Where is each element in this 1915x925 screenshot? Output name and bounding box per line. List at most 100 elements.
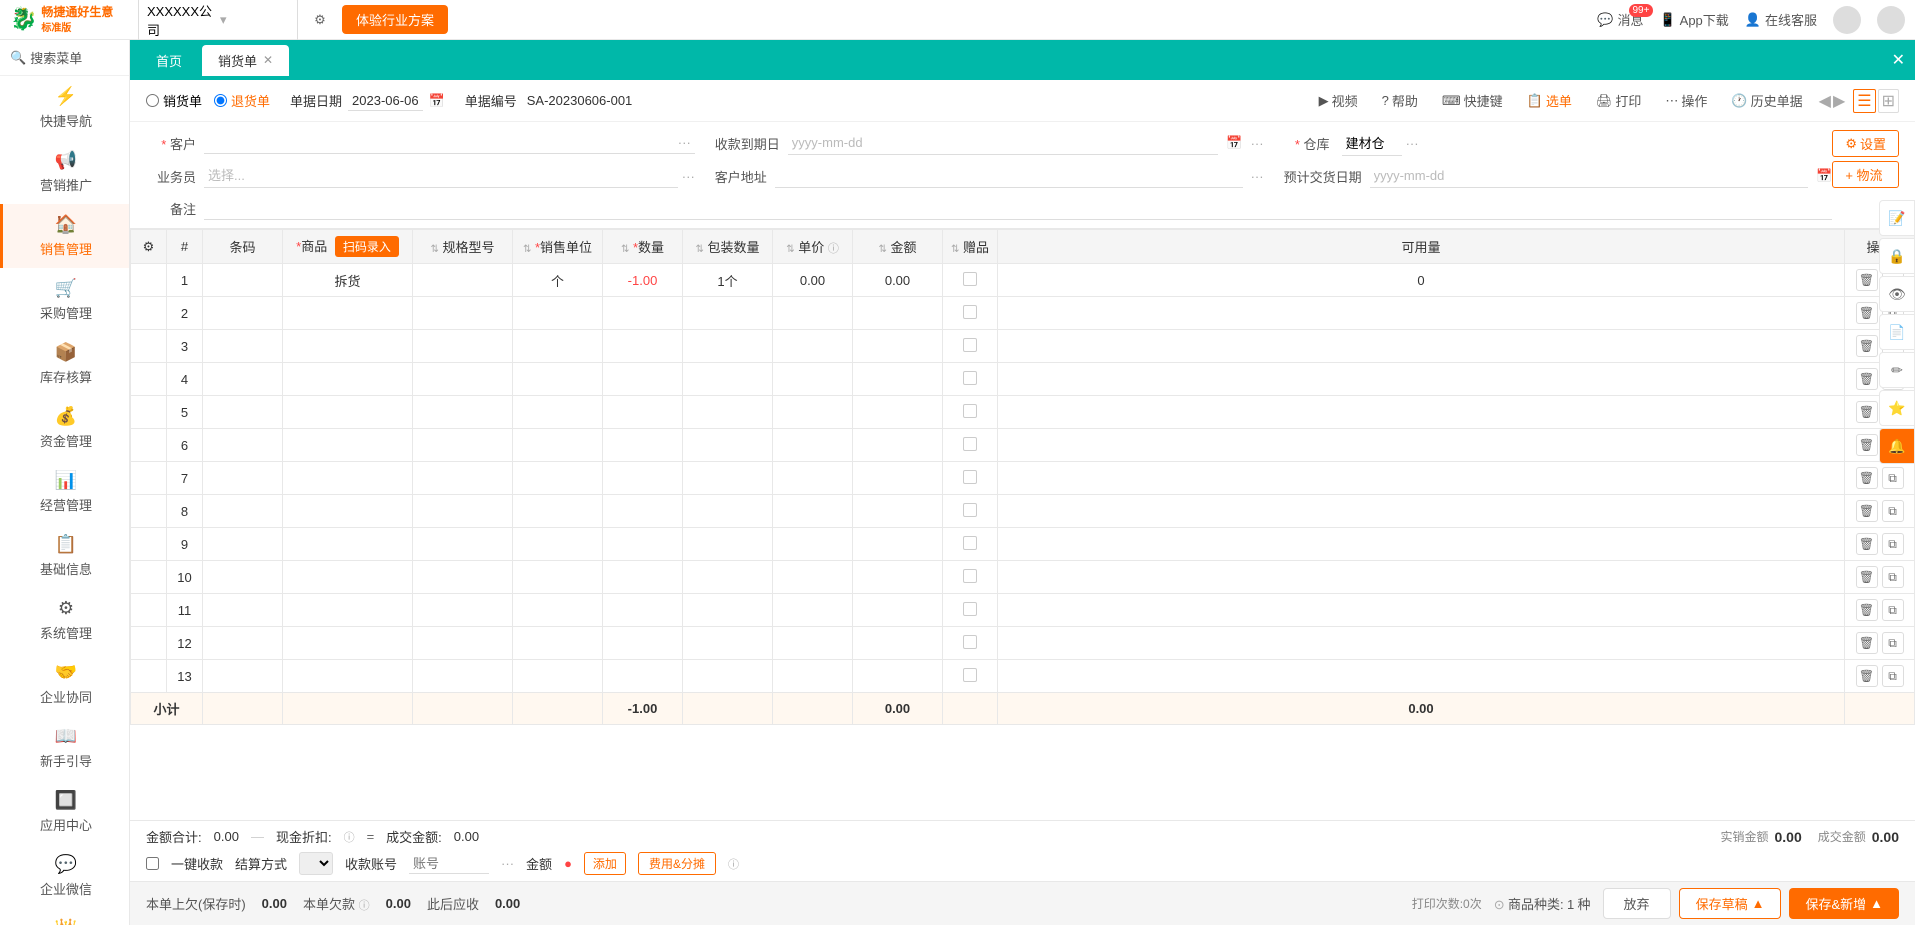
payment-date-input[interactable] [788, 131, 1219, 155]
cell-gift-7[interactable] [943, 495, 998, 528]
tab-home[interactable]: 首页 [140, 45, 198, 76]
scan-button[interactable]: 扫码录入 [335, 236, 399, 257]
trial-button[interactable]: 体验行业方案 [342, 5, 448, 34]
account-input[interactable] [409, 854, 489, 874]
save-draft-button[interactable]: 保存草稿 ▲ [1679, 888, 1782, 919]
cell-price-3[interactable] [773, 363, 853, 396]
delete-row-icon[interactable]: 🗑 [1856, 401, 1878, 423]
user-avatar-2[interactable] [1877, 6, 1905, 34]
copy-row-icon[interactable]: ⧉ [1882, 632, 1904, 654]
sidebar-item-enterprise[interactable]: 🤝 企业协同 [0, 652, 129, 716]
cell-gift-0[interactable] [943, 264, 998, 297]
cell-qty-9[interactable] [603, 561, 683, 594]
cell-barcode-10[interactable] [203, 594, 283, 627]
save-new-button[interactable]: 保存&新增 ▲ [1789, 888, 1899, 919]
video-btn[interactable]: ▶ 视频 [1311, 88, 1366, 113]
cell-price-6[interactable] [773, 462, 853, 495]
cell-spec-12[interactable] [413, 660, 513, 693]
copy-row-icon[interactable]: ⧉ [1882, 500, 1904, 522]
cell-barcode-1[interactable] [203, 297, 283, 330]
cell-product-12[interactable] [283, 660, 413, 693]
radio-return-input[interactable] [214, 94, 227, 107]
discard-button[interactable]: 放弃 [1603, 888, 1671, 919]
cell-barcode-2[interactable] [203, 330, 283, 363]
salesperson-dots-icon[interactable]: ··· [682, 169, 695, 184]
cell-product-0[interactable]: 拆货 [283, 264, 413, 297]
cell-spec-7[interactable] [413, 495, 513, 528]
copy-row-icon[interactable]: ⧉ [1882, 566, 1904, 588]
tab-close-all-icon[interactable]: ✕ [1892, 50, 1905, 70]
warehouse-dots-icon[interactable]: ··· [1406, 136, 1419, 151]
cell-spec-4[interactable] [413, 396, 513, 429]
cell-barcode-8[interactable] [203, 528, 283, 561]
cell-qty-4[interactable] [603, 396, 683, 429]
cell-gift-2[interactable] [943, 330, 998, 363]
calc-method-select[interactable] [299, 852, 333, 875]
cell-product-7[interactable] [283, 495, 413, 528]
print-btn[interactable]: 🖨 打印 [1588, 88, 1650, 113]
sidebar-item-member[interactable]: 👑 畅会员 [0, 908, 129, 925]
cell-qty-6[interactable] [603, 462, 683, 495]
operation-btn[interactable]: ⋯ 操作 [1657, 88, 1715, 113]
cell-spec-1[interactable] [413, 297, 513, 330]
cell-spec-10[interactable] [413, 594, 513, 627]
cell-spec-0[interactable] [413, 264, 513, 297]
address-input[interactable] [775, 164, 1243, 188]
cell-price-1[interactable] [773, 297, 853, 330]
product-type-icon[interactable]: ⊙ [1494, 897, 1505, 912]
cell-price-2[interactable] [773, 330, 853, 363]
float-btn-orange[interactable]: 🔔 [1879, 428, 1915, 464]
sidebar-item-operations[interactable]: 📊 经营管理 [0, 460, 129, 524]
help-btn[interactable]: ? 帮助 [1374, 88, 1426, 113]
expense-button[interactable]: 费用&分摊 [638, 852, 716, 875]
customer-dots-icon[interactable]: ··· [678, 135, 691, 150]
delete-row-icon[interactable]: 🗑 [1856, 368, 1878, 390]
cell-spec-9[interactable] [413, 561, 513, 594]
cell-product-9[interactable] [283, 561, 413, 594]
sidebar-search[interactable]: 🔍 搜索菜单 [0, 40, 129, 76]
delete-row-icon[interactable]: 🗑 [1856, 533, 1878, 555]
add-payment-button[interactable]: 添加 [584, 852, 626, 875]
cell-spec-11[interactable] [413, 627, 513, 660]
cell-barcode-11[interactable] [203, 627, 283, 660]
online-service-button[interactable]: 👤 在线客服 [1745, 10, 1817, 29]
cell-product-11[interactable] [283, 627, 413, 660]
cell-price-9[interactable] [773, 561, 853, 594]
cell-price-8[interactable] [773, 528, 853, 561]
float-btn-pencil[interactable]: ✏ [1879, 352, 1915, 388]
cell-gift-4[interactable] [943, 396, 998, 429]
grid-view-icon[interactable]: ⊞ [1878, 89, 1899, 113]
user-avatar[interactable] [1833, 6, 1861, 34]
sidebar-item-basic[interactable]: 📋 基础信息 [0, 524, 129, 588]
cell-qty-12[interactable] [603, 660, 683, 693]
cell-price-4[interactable] [773, 396, 853, 429]
copy-row-icon[interactable]: ⧉ [1882, 533, 1904, 555]
delete-row-icon[interactable]: 🗑 [1856, 302, 1878, 324]
nav-prev-icon[interactable]: ◀ [1819, 91, 1831, 111]
tab-close-icon[interactable]: ✕ [263, 53, 273, 67]
delete-row-icon[interactable]: 🗑 [1856, 632, 1878, 654]
debt-help-icon[interactable]: ⓘ [359, 900, 370, 912]
delete-row-icon[interactable]: 🗑 [1856, 566, 1878, 588]
cell-gift-10[interactable] [943, 594, 998, 627]
tab-sales-order[interactable]: 销货单 ✕ [202, 45, 289, 76]
delete-row-icon[interactable]: 🗑 [1856, 269, 1878, 291]
float-btn-lock[interactable]: 🔒 [1879, 238, 1915, 274]
cell-qty-8[interactable] [603, 528, 683, 561]
delete-row-icon[interactable]: 🗑 [1856, 599, 1878, 621]
cell-price-12[interactable] [773, 660, 853, 693]
cell-qty-11[interactable] [603, 627, 683, 660]
cell-qty-5[interactable] [603, 429, 683, 462]
cell-qty-3[interactable] [603, 363, 683, 396]
cell-spec-3[interactable] [413, 363, 513, 396]
copy-row-icon[interactable]: ⧉ [1882, 665, 1904, 687]
copy-row-icon[interactable]: ⧉ [1882, 467, 1904, 489]
sidebar-item-quick-nav[interactable]: ⚡ 快捷导航 [0, 76, 129, 140]
cell-gift-5[interactable] [943, 429, 998, 462]
cell-barcode-7[interactable] [203, 495, 283, 528]
save-chevron-icon[interactable]: ▲ [1870, 896, 1883, 911]
message-button[interactable]: 💬 消息 99+ [1597, 10, 1643, 29]
history-btn[interactable]: 🕐 历史单据 [1723, 88, 1810, 113]
cell-product-3[interactable] [283, 363, 413, 396]
cell-price-7[interactable] [773, 495, 853, 528]
